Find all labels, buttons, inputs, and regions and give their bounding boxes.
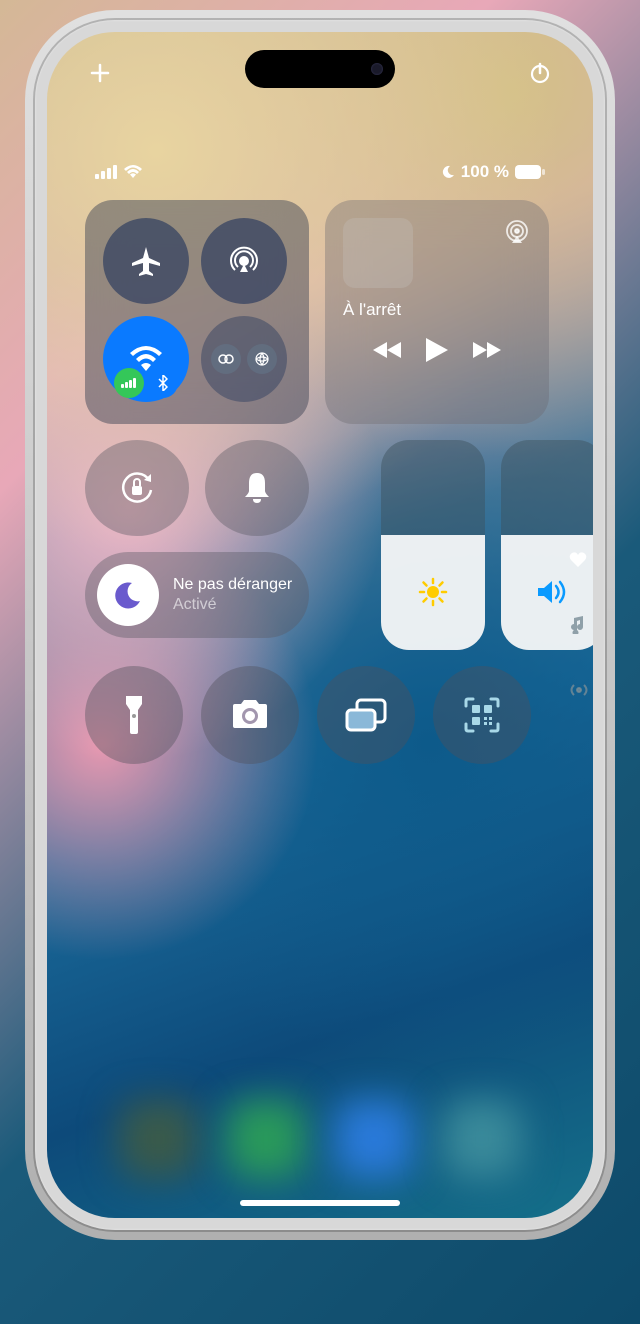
connectivity-module[interactable] [85,200,309,424]
silent-mode-toggle[interactable] [205,440,309,536]
dnd-moon-icon [97,564,159,626]
dynamic-island [245,50,395,88]
flashlight-button[interactable] [85,666,183,764]
focus-state: Activé [173,595,292,615]
media-title: À l'arrêt [343,300,531,320]
cellular-data-badge[interactable] [114,368,144,398]
home-indicator[interactable] [240,1200,400,1206]
qr-scanner-button[interactable] [433,666,531,764]
album-art [343,218,413,288]
forward-button[interactable] [471,340,501,360]
dock-blur [119,1100,521,1178]
dnd-moon-status-icon [441,165,455,179]
bluetooth-badge[interactable] [148,368,178,398]
add-control-button[interactable] [87,60,113,86]
control-center: 100 % [47,32,593,1218]
play-button[interactable] [424,336,450,364]
connectivity-page-icon[interactable] [569,682,589,698]
phone-frame: 100 % [35,20,605,1230]
airplay-button[interactable] [503,218,531,246]
personal-hotspot-icon [211,344,241,374]
battery-icon [515,165,545,179]
airdrop-toggle[interactable] [201,218,287,304]
battery-percent: 100 % [461,162,509,182]
vpn-satellite-icon [247,344,277,374]
screen: 100 % [47,32,593,1218]
focus-title: Ne pas déranger [173,575,292,595]
brightness-icon [418,577,448,607]
screen-mirroring-button[interactable] [317,666,415,764]
media-module[interactable]: À l'arrêt [325,200,549,424]
power-button[interactable] [527,60,553,86]
more-connectivity[interactable] [201,316,287,402]
focus-module[interactable]: Ne pas déranger Activé [85,552,309,638]
camera-button[interactable] [201,666,299,764]
favorites-page-icon[interactable] [569,552,589,568]
brightness-slider[interactable] [381,440,485,650]
wifi-status-icon [123,165,143,179]
volume-icon [536,578,570,606]
page-indicators[interactable] [569,552,589,698]
rewind-button[interactable] [373,340,403,360]
music-page-icon[interactable] [569,616,589,634]
status-bar: 100 % [85,162,555,182]
airplane-mode-toggle[interactable] [103,218,189,304]
orientation-lock-toggle[interactable] [85,440,189,536]
wifi-toggle[interactable] [103,316,189,402]
cellular-bars-icon [95,165,117,179]
